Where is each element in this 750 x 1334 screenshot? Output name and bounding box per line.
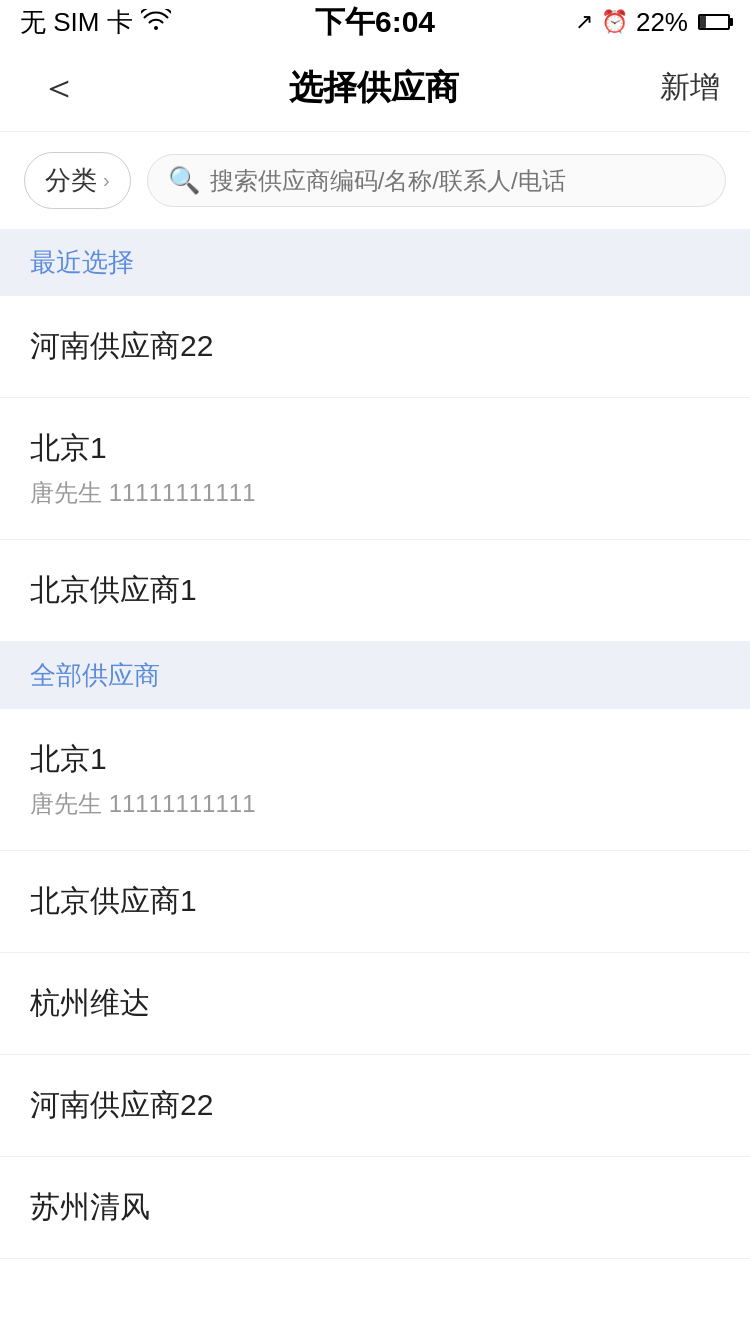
category-label: 分类 (45, 163, 97, 198)
section-header-recent: 最近选择 (0, 229, 750, 296)
search-input[interactable] (210, 167, 705, 195)
item-sub: 唐先生 11111111111 (30, 477, 720, 509)
back-button[interactable]: ＜ (30, 52, 88, 123)
list-item[interactable]: 北京供应商1 (0, 851, 750, 953)
supplier-list: 最近选择河南供应商22 北京1 唐先生 11111111111 北京供应商1 全部供应商… (0, 229, 750, 1259)
page-title: 选择供应商 (289, 65, 459, 111)
item-name: 北京供应商1 (30, 570, 720, 611)
status-bar: 无 SIM 卡 下午6:04 ↗ ⏰ 22% (0, 0, 750, 44)
add-button[interactable]: 新增 (660, 67, 720, 108)
battery-text: 22% (636, 7, 688, 38)
item-name: 杭州维达 (30, 983, 720, 1024)
list-item[interactable]: 北京供应商1 (0, 540, 750, 642)
item-sub: 唐先生 11111111111 (30, 788, 720, 820)
status-time: 下午6:04 (315, 2, 435, 43)
list-item[interactable]: 杭州维达 (0, 953, 750, 1055)
wifi-icon (141, 7, 171, 38)
chevron-right-icon: › (103, 169, 110, 192)
item-name: 苏州清风 (30, 1187, 720, 1228)
item-name: 北京1 (30, 428, 720, 469)
status-left: 无 SIM 卡 (20, 5, 171, 40)
filter-bar: 分类 › 🔍 (0, 132, 750, 229)
list-item[interactable]: 河南供应商22 (0, 296, 750, 398)
item-name: 北京1 (30, 739, 720, 780)
category-button[interactable]: 分类 › (24, 152, 131, 209)
item-name: 北京供应商1 (30, 881, 720, 922)
carrier-text: 无 SIM 卡 (20, 5, 133, 40)
section-header-all: 全部供应商 (0, 642, 750, 709)
list-item[interactable]: 北京1 唐先生 11111111111 (0, 709, 750, 851)
item-name: 河南供应商22 (30, 326, 720, 367)
search-box: 🔍 (147, 154, 726, 207)
battery-icon (698, 14, 730, 30)
nav-bar: ＜ 选择供应商 新增 (0, 44, 750, 132)
list-item[interactable]: 苏州清风 (0, 1157, 750, 1259)
status-right: ↗ ⏰ 22% (575, 7, 730, 38)
search-icon: 🔍 (168, 165, 200, 196)
item-name: 河南供应商22 (30, 1085, 720, 1126)
list-item[interactable]: 河南供应商22 (0, 1055, 750, 1157)
location-icon: ↗ (575, 9, 593, 35)
list-item[interactable]: 北京1 唐先生 11111111111 (0, 398, 750, 540)
alarm-icon: ⏰ (601, 9, 628, 35)
